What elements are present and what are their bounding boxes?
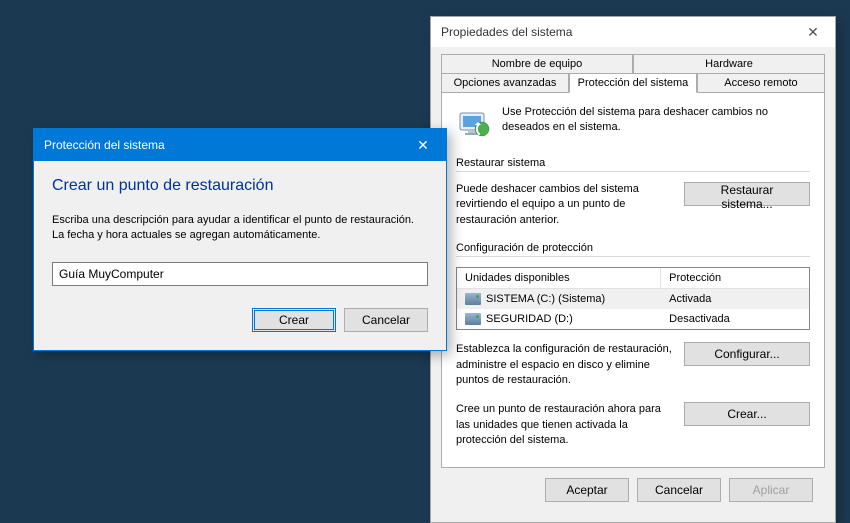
create-button[interactable]: Crear... [684, 402, 810, 426]
cancel-button[interactable]: Cancelar [637, 478, 721, 502]
dialog-description: Escriba una descripción para ayudar a id… [52, 213, 428, 244]
tab-content: Use Protección del sistema para deshacer… [441, 92, 825, 468]
system-protection-icon [456, 105, 492, 141]
drive-row[interactable]: SISTEMA (C:) (Sistema) Activada [457, 289, 809, 309]
tab-system-protection[interactable]: Protección del sistema [569, 73, 697, 93]
restore-description: Puede deshacer cambios del sistema revir… [456, 182, 674, 228]
drive-icon [465, 293, 481, 305]
drive-status: Activada [661, 291, 809, 307]
cancel-button[interactable]: Cancelar [344, 308, 428, 332]
tab-remote-access[interactable]: Acceso remoto [697, 73, 825, 93]
window-title: Propiedades del sistema [441, 25, 791, 39]
restore-section-label: Restaurar sistema [456, 157, 810, 169]
create-button[interactable]: Crear [252, 308, 336, 332]
drive-row[interactable]: SEGURIDAD (D:) Desactivada [457, 309, 809, 329]
divider [456, 171, 810, 172]
close-icon[interactable]: ✕ [400, 129, 446, 161]
dialog-heading: Crear un punto de restauración [52, 177, 428, 195]
system-properties-dialog: Propiedades del sistema ✕ Nombre de equi… [430, 16, 836, 523]
window-title: Protección del sistema [44, 138, 400, 152]
tab-advanced-options[interactable]: Opciones avanzadas [441, 73, 569, 93]
drive-list-header: Unidades disponibles Protección [457, 268, 809, 289]
titlebar[interactable]: Protección del sistema ✕ [34, 129, 446, 161]
titlebar[interactable]: Propiedades del sistema ✕ [431, 17, 835, 47]
tabs: Nombre de equipo Hardware Opciones avanz… [441, 53, 825, 92]
divider [456, 256, 810, 257]
protection-section-label: Configuración de protección [456, 242, 810, 254]
tab-hardware[interactable]: Hardware [633, 54, 825, 73]
create-description: Cree un punto de restauración ahora para… [456, 402, 674, 448]
drive-name: SEGURIDAD (D:) [486, 313, 573, 325]
drive-status: Desactivada [661, 311, 809, 327]
configure-description: Establezca la configuración de restaurac… [456, 342, 674, 388]
dialog-footer: Aceptar Cancelar Aplicar [441, 468, 825, 512]
drive-name: SISTEMA (C:) (Sistema) [486, 293, 605, 305]
column-protection[interactable]: Protección [661, 268, 809, 288]
drive-list[interactable]: Unidades disponibles Protección SISTEMA … [456, 267, 810, 330]
apply-button[interactable]: Aplicar [729, 478, 813, 502]
drive-icon [465, 313, 481, 325]
restore-point-name-input[interactable] [52, 262, 428, 286]
restore-system-button[interactable]: Restaurar sistema... [684, 182, 810, 206]
configure-button[interactable]: Configurar... [684, 342, 810, 366]
column-drives[interactable]: Unidades disponibles [457, 268, 661, 288]
ok-button[interactable]: Aceptar [545, 478, 629, 502]
close-icon[interactable]: ✕ [791, 17, 835, 47]
create-restore-point-dialog: Protección del sistema ✕ Crear un punto … [33, 128, 447, 351]
intro-text: Use Protección del sistema para deshacer… [502, 105, 810, 141]
tab-computer-name[interactable]: Nombre de equipo [441, 54, 633, 73]
